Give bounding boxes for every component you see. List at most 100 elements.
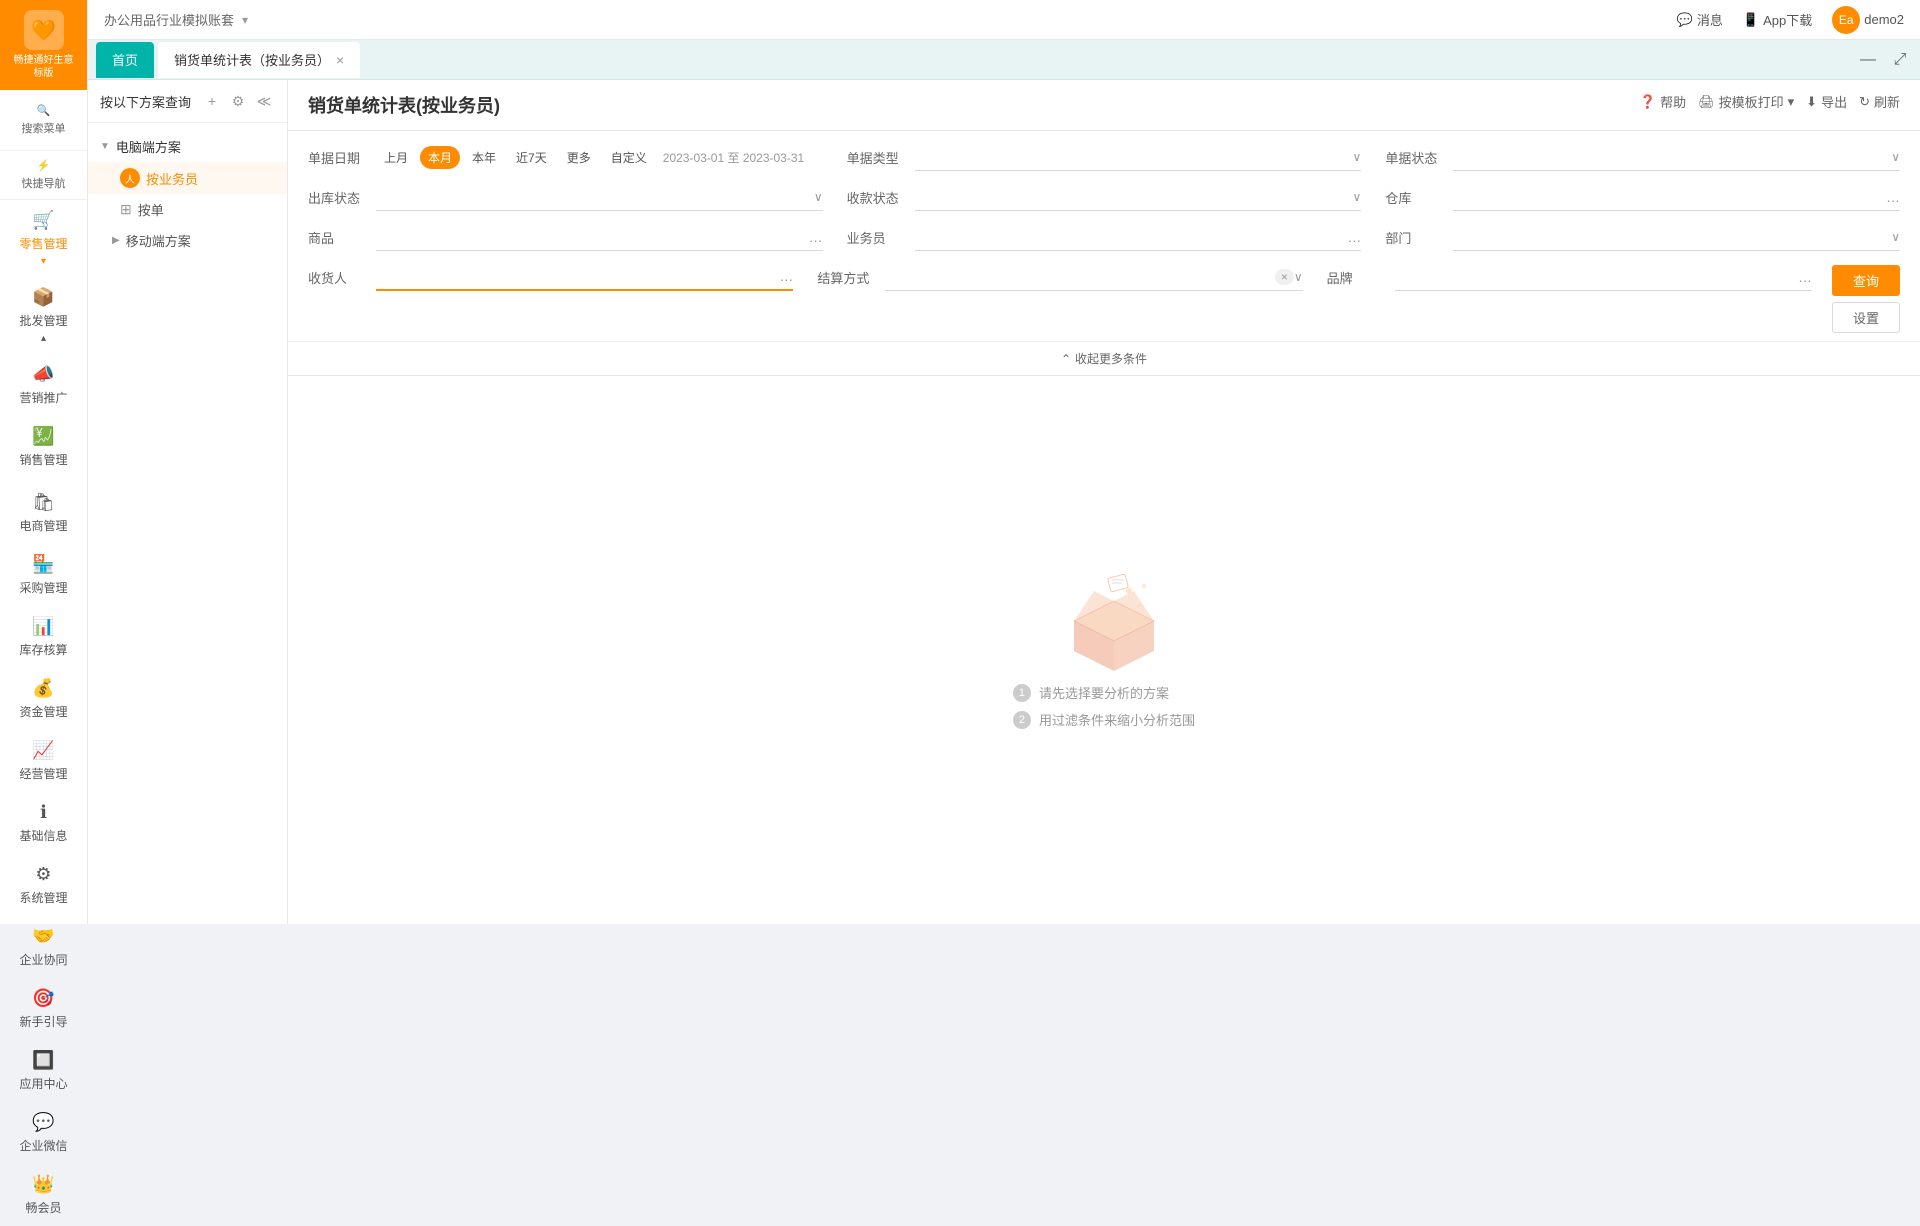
product-dots[interactable]: … bbox=[809, 229, 823, 245]
empty-tips: 1 请先选择要分析的方案 2 用过滤条件来缩小分析范围 bbox=[1013, 683, 1195, 729]
sidebar-item-wholesale[interactable]: 📦 批发管理 ▴ bbox=[0, 277, 87, 354]
scheme-group-desktop: ▼ 电脑端方案 人 按业务员 ⊞ 按单 bbox=[88, 131, 287, 225]
tab-close-button[interactable]: × bbox=[336, 52, 344, 68]
active-tab-label: 销货单统计表（按业务员） bbox=[174, 50, 330, 69]
sidebar-item-system[interactable]: ⚙ 系统管理 bbox=[0, 854, 87, 916]
sidebar-item-ecommerce[interactable]: 🛍 电商管理 bbox=[0, 482, 87, 544]
product-label: 商品 bbox=[308, 228, 368, 247]
sidebar-item-newbie[interactable]: 🎯 新手引导 bbox=[0, 978, 87, 1040]
sidebar-item-apps[interactable]: 🔲 应用中心 bbox=[0, 1040, 87, 1102]
sidebar-item-member[interactable]: 👑 畅会员 bbox=[0, 1164, 87, 1226]
warehouse-dots[interactable]: … bbox=[1886, 189, 1900, 205]
out-status-label: 出库状态 bbox=[308, 188, 368, 207]
settlement-input[interactable]: × ∨ bbox=[885, 263, 1302, 291]
purchase-icon: 🏪 bbox=[32, 554, 54, 575]
sales-label: 销售管理 bbox=[19, 451, 67, 468]
recipient-dots[interactable]: … bbox=[779, 268, 793, 284]
last-month-btn[interactable]: 上月 bbox=[376, 146, 416, 169]
sidebar-item-purchase[interactable]: 🏪 采购管理 bbox=[0, 544, 87, 606]
brand-label: 品牌 bbox=[1327, 268, 1387, 287]
apps-icon: 🔲 bbox=[32, 1050, 54, 1071]
sidebar-item-sales[interactable]: 💹 销售管理 bbox=[0, 416, 87, 478]
scheme-panel: 按以下方案查询 + ⚙ ≪ ▼ 电脑端方案 人 按业务员 bbox=[88, 80, 288, 924]
doc-status-input[interactable]: ∨ bbox=[1453, 143, 1900, 171]
search-icon: 🔍 bbox=[37, 104, 51, 117]
salesman-input[interactable]: … bbox=[915, 223, 1362, 251]
app-download-button[interactable]: 📱 App下载 bbox=[1743, 10, 1812, 29]
receipt-status-input[interactable]: ∨ bbox=[915, 183, 1362, 211]
filter-row-4-grid: 收货人 … 结算方式 bbox=[308, 263, 1812, 291]
wechat-icon: 💬 bbox=[32, 1112, 54, 1133]
scheme-add-button[interactable]: + bbox=[201, 90, 223, 112]
doc-status-label: 单据状态 bbox=[1385, 148, 1445, 167]
scheme-settings-button[interactable]: ⚙ bbox=[227, 90, 249, 112]
quick-nav-button[interactable]: ⚡ 快捷导航 bbox=[0, 151, 87, 200]
tab-maximize-button[interactable]: ⤢ bbox=[1888, 48, 1912, 72]
this-month-btn[interactable]: 本月 bbox=[420, 146, 460, 169]
brand-input[interactable]: … bbox=[1395, 263, 1812, 291]
custom-date-btn[interactable]: 自定义 bbox=[603, 146, 655, 169]
tab-minimize-button[interactable]: — bbox=[1856, 48, 1880, 72]
sidebar-item-inventory[interactable]: 📊 库存核算 bbox=[0, 606, 87, 668]
app-download-label: App下载 bbox=[1763, 10, 1812, 29]
scheme-collapse-button[interactable]: ≪ bbox=[253, 90, 275, 112]
refresh-button[interactable]: ↻ 刷新 bbox=[1859, 92, 1900, 111]
tab-sales-stat[interactable]: 销货单统计表（按业务员） × bbox=[158, 42, 360, 78]
avatar-text: Ea bbox=[1839, 13, 1854, 27]
group-desktop-arrow: ▼ bbox=[100, 141, 110, 152]
filter-date-field: 单据日期 上月 本月 本年 近7天 更多 自定义 2023-03-01 至 20… bbox=[308, 146, 823, 169]
salesman-scheme-label: 按业务员 bbox=[146, 169, 198, 188]
salesman-dots[interactable]: … bbox=[1347, 229, 1361, 245]
scheme-group-desktop-header[interactable]: ▼ 电脑端方案 bbox=[88, 131, 287, 162]
data-area: 1 请先选择要分析的方案 2 用过滤条件来缩小分析范围 bbox=[288, 376, 1920, 924]
ecommerce-label: 电商管理 bbox=[19, 517, 67, 534]
settings-button[interactable]: 设置 bbox=[1832, 302, 1900, 333]
settlement-x-button[interactable]: × bbox=[1281, 270, 1288, 284]
filter-brand-field: 品牌 … bbox=[1327, 263, 1812, 291]
finance-icon: 💰 bbox=[32, 678, 54, 699]
main-area: 办公用品行业模拟账套 ▾ 💬 消息 📱 App下载 Ea demo2 首页 bbox=[88, 0, 1920, 924]
industry-dropdown-icon[interactable]: ▾ bbox=[242, 13, 248, 27]
wholesale-arrow: ▴ bbox=[41, 333, 46, 344]
this-year-btn[interactable]: 本年 bbox=[464, 146, 504, 169]
tip-num-2: 2 bbox=[1013, 711, 1031, 729]
sidebar-item-finance[interactable]: 💰 资金管理 bbox=[0, 668, 87, 730]
sidebar-item-basic[interactable]: ℹ 基础信息 bbox=[0, 792, 87, 854]
message-button[interactable]: 💬 消息 bbox=[1677, 10, 1723, 29]
scheme-panel-actions: + ⚙ ≪ bbox=[201, 90, 275, 112]
scheme-group-mobile-header[interactable]: ▶ 移动端方案 bbox=[88, 225, 287, 256]
collapse-label: 收起更多条件 bbox=[1075, 350, 1147, 367]
product-input[interactable]: … bbox=[376, 223, 823, 251]
member-label: 畅会员 bbox=[25, 1199, 61, 1216]
dept-input[interactable]: ∨ bbox=[1453, 223, 1900, 251]
print-button[interactable]: 🖨 按模板打印 ▾ bbox=[1698, 92, 1794, 111]
sidebar-item-wechat[interactable]: 💬 企业微信 bbox=[0, 1102, 87, 1164]
help-button[interactable]: ❓ 帮助 bbox=[1640, 92, 1686, 111]
recipient-input[interactable]: … bbox=[376, 263, 793, 291]
more-date-btn[interactable]: 更多 bbox=[559, 146, 599, 169]
last7-btn[interactable]: 近7天 bbox=[508, 146, 555, 169]
finance-label: 资金管理 bbox=[19, 703, 67, 720]
search-menu-button[interactable]: 🔍 搜索菜单 bbox=[4, 98, 83, 142]
operation-label: 经营管理 bbox=[19, 765, 67, 782]
export-button[interactable]: ⬇ 导出 bbox=[1806, 92, 1847, 111]
warehouse-input[interactable]: … bbox=[1453, 183, 1900, 211]
sidebar-item-operation[interactable]: 📈 经营管理 bbox=[0, 730, 87, 792]
out-status-input[interactable]: ∨ bbox=[376, 183, 823, 211]
system-icon: ⚙ bbox=[35, 864, 51, 885]
collapse-trigger[interactable]: ⌃ 收起更多条件 bbox=[288, 341, 1920, 375]
doc-type-input[interactable]: ∨ bbox=[915, 143, 1362, 171]
tab-home[interactable]: 首页 bbox=[96, 42, 154, 78]
sidebar-item-retail[interactable]: 🛒 零售管理 ▾ bbox=[0, 200, 87, 277]
tip-text-2: 用过滤条件来缩小分析范围 bbox=[1039, 710, 1195, 729]
filter-body: 单据日期 上月 本月 本年 近7天 更多 自定义 2023-03-01 至 20… bbox=[288, 131, 1920, 333]
user-name: demo2 bbox=[1864, 12, 1904, 27]
sidebar-item-marketing[interactable]: 📣 营销推广 bbox=[0, 354, 87, 416]
print-dropdown-icon: ▾ bbox=[1788, 94, 1795, 110]
sidebar-item-enterprise[interactable]: 🤝 企业协同 bbox=[0, 916, 87, 978]
scheme-item-by-salesman[interactable]: 人 按业务员 bbox=[88, 162, 287, 194]
query-button[interactable]: 查询 bbox=[1832, 265, 1900, 296]
scheme-item-by-order[interactable]: ⊞ 按单 bbox=[88, 194, 287, 225]
brand-dots[interactable]: … bbox=[1798, 269, 1812, 285]
user-profile[interactable]: Ea demo2 bbox=[1832, 6, 1904, 34]
